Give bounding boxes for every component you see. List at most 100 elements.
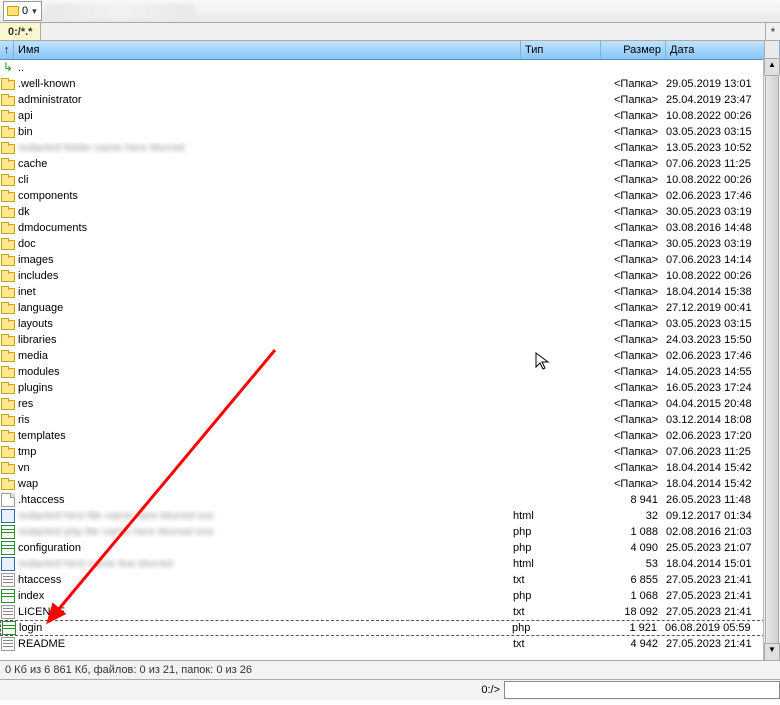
file-row[interactable]: ris<Папка>03.12.2014 18:08: [0, 412, 780, 428]
file-row[interactable]: configurationphp4 09025.05.2023 21:07: [0, 540, 780, 556]
file-name: README: [16, 638, 509, 650]
file-row[interactable]: redacted html file name here blurred out…: [0, 508, 780, 524]
file-type: html: [509, 558, 593, 570]
file-row[interactable]: tmp<Папка>07.06.2023 11:25: [0, 444, 780, 460]
file-row[interactable]: htaccesstxt6 85527.05.2023 21:41: [0, 572, 780, 588]
file-panel: ↑ Имя Тип Размер Дата .. .well-known<Пап…: [0, 41, 780, 660]
tab-star-button[interactable]: *: [765, 23, 780, 40]
file-row[interactable]: inet<Папка>18.04.2014 15:38: [0, 284, 780, 300]
file-row[interactable]: .well-known<Папка>29.05.2019 13:01: [0, 76, 780, 92]
active-tab[interactable]: 0:/*.*: [0, 23, 41, 40]
folder-icon: [1, 157, 15, 171]
file-row[interactable]: layouts<Папка>03.05.2023 03:15: [0, 316, 780, 332]
file-date: 09.12.2017 01:34: [664, 510, 764, 522]
file-row[interactable]: api<Папка>10.08.2022 00:26: [0, 108, 780, 124]
file-date: 10.08.2022 00:26: [664, 174, 764, 186]
file-row[interactable]: templates<Папка>02.06.2023 17:20: [0, 428, 780, 444]
file-row[interactable]: dmdocuments<Папка>03.08.2016 14:48: [0, 220, 780, 236]
file-name: language: [16, 302, 509, 314]
file-date: 10.08.2022 00:26: [664, 110, 764, 122]
file-row[interactable]: redacted folder name here blurred<Папка>…: [0, 140, 780, 156]
file-row[interactable]: .htaccess8 94126.05.2023 11:48: [0, 492, 780, 508]
command-input[interactable]: [504, 681, 780, 699]
file-type: txt: [509, 606, 593, 618]
updir-label: ..: [16, 62, 509, 74]
file-size: <Папка>: [593, 462, 664, 474]
file-row[interactable]: READMEtxt4 94227.05.2023 21:41: [0, 636, 780, 652]
parent-dir-row[interactable]: ..: [0, 60, 780, 76]
file-size: 8 941: [593, 494, 664, 506]
file-type: php: [509, 526, 593, 538]
header-size[interactable]: Размер: [601, 41, 666, 59]
file-size: <Папка>: [593, 334, 664, 346]
file-name: dk: [16, 206, 509, 218]
folder-icon: [1, 141, 15, 155]
file-row[interactable]: language<Папка>27.12.2019 00:41: [0, 300, 780, 316]
header-name[interactable]: Имя: [14, 41, 521, 59]
folder-icon: [1, 365, 15, 379]
folder-icon: [1, 413, 15, 427]
header-date[interactable]: Дата: [666, 41, 764, 59]
file-list[interactable]: .. .well-known<Папка>29.05.2019 13:01adm…: [0, 60, 780, 660]
file-size: <Папка>: [593, 110, 664, 122]
folder-icon: [1, 301, 15, 315]
file-row[interactable]: wap<Папка>18.04.2014 15:42: [0, 476, 780, 492]
file-date: 18.04.2014 15:42: [664, 478, 764, 490]
file-name: redacted html name line blurred: [16, 558, 509, 570]
header-sort-arrow[interactable]: ↑: [0, 41, 14, 59]
file-size: <Папка>: [593, 94, 664, 106]
file-row[interactable]: doc<Папка>30.05.2023 03:19: [0, 236, 780, 252]
file-row[interactable]: indexphp1 06827.05.2023 21:41: [0, 588, 780, 604]
drive-selector[interactable]: 0 ▾: [3, 1, 42, 21]
file-size: <Папка>: [593, 366, 664, 378]
file-row[interactable]: media<Папка>02.06.2023 17:46: [0, 348, 780, 364]
file-name: images: [16, 254, 509, 266]
file-name: redacted php file name here blurred one: [16, 526, 509, 538]
file-row[interactable]: redacted php file name here blurred onep…: [0, 524, 780, 540]
file-date: 07.06.2023 11:25: [664, 446, 764, 458]
file-row[interactable]: dk<Папка>30.05.2023 03:19: [0, 204, 780, 220]
scroll-up-button[interactable]: ▲: [764, 58, 780, 76]
file-date: 14.05.2023 14:55: [664, 366, 764, 378]
file-size: 1 088: [593, 526, 664, 538]
file-row[interactable]: redacted html name line blurredhtml5318.…: [0, 556, 780, 572]
file-size: <Папка>: [593, 414, 664, 426]
file-row[interactable]: bin<Папка>03.05.2023 03:15: [0, 124, 780, 140]
file-row[interactable]: plugins<Папка>16.05.2023 17:24: [0, 380, 780, 396]
file-row[interactable]: cli<Папка>10.08.2022 00:26: [0, 172, 780, 188]
file-size: 18 092: [593, 606, 664, 618]
file-date: 02.06.2023 17:20: [664, 430, 764, 442]
file-name: bin: [16, 126, 509, 138]
header-scroll-corner: [764, 41, 780, 59]
scroll-track[interactable]: [764, 75, 780, 644]
file-date: 03.12.2014 18:08: [664, 414, 764, 426]
file-name: plugins: [16, 382, 509, 394]
file-size: <Папка>: [593, 238, 664, 250]
file-name: libraries: [16, 334, 509, 346]
file-type: txt: [509, 574, 593, 586]
file-row[interactable]: vn<Папка>18.04.2014 15:42: [0, 460, 780, 476]
vertical-scrollbar[interactable]: ▲ ▼: [763, 58, 780, 661]
file-size: <Папка>: [593, 318, 664, 330]
file-row[interactable]: components<Папка>02.06.2023 17:46: [0, 188, 780, 204]
scroll-thumb[interactable]: [765, 75, 779, 646]
file-row[interactable]: cache<Папка>07.06.2023 11:25: [0, 156, 780, 172]
folder-icon: [1, 317, 15, 331]
file-row[interactable]: administrator<Папка>25.04.2019 23:47: [0, 92, 780, 108]
file-row[interactable]: res<Папка>04.04.2015 20:48: [0, 396, 780, 412]
file-row[interactable]: includes<Папка>10.08.2022 00:26: [0, 268, 780, 284]
file-row[interactable]: images<Папка>07.06.2023 14:14: [0, 252, 780, 268]
tab-label: 0:/*.*: [8, 26, 32, 38]
file-size: <Папка>: [593, 142, 664, 154]
file-size: <Папка>: [593, 350, 664, 362]
file-row-selected[interactable]: loginphp1 92106.08.2019 05:59: [0, 620, 780, 636]
file-row[interactable]: LICENSEtxt18 09227.05.2023 21:41: [0, 604, 780, 620]
file-row[interactable]: modules<Папка>14.05.2023 14:55: [0, 364, 780, 380]
header-type[interactable]: Тип: [521, 41, 601, 59]
file-name: dmdocuments: [16, 222, 509, 234]
file-size: <Папка>: [593, 78, 664, 90]
file-row[interactable]: libraries<Папка>24.03.2023 15:50: [0, 332, 780, 348]
folder-icon: [1, 429, 15, 443]
scroll-down-button[interactable]: ▼: [764, 643, 780, 661]
folder-icon: [1, 461, 15, 475]
